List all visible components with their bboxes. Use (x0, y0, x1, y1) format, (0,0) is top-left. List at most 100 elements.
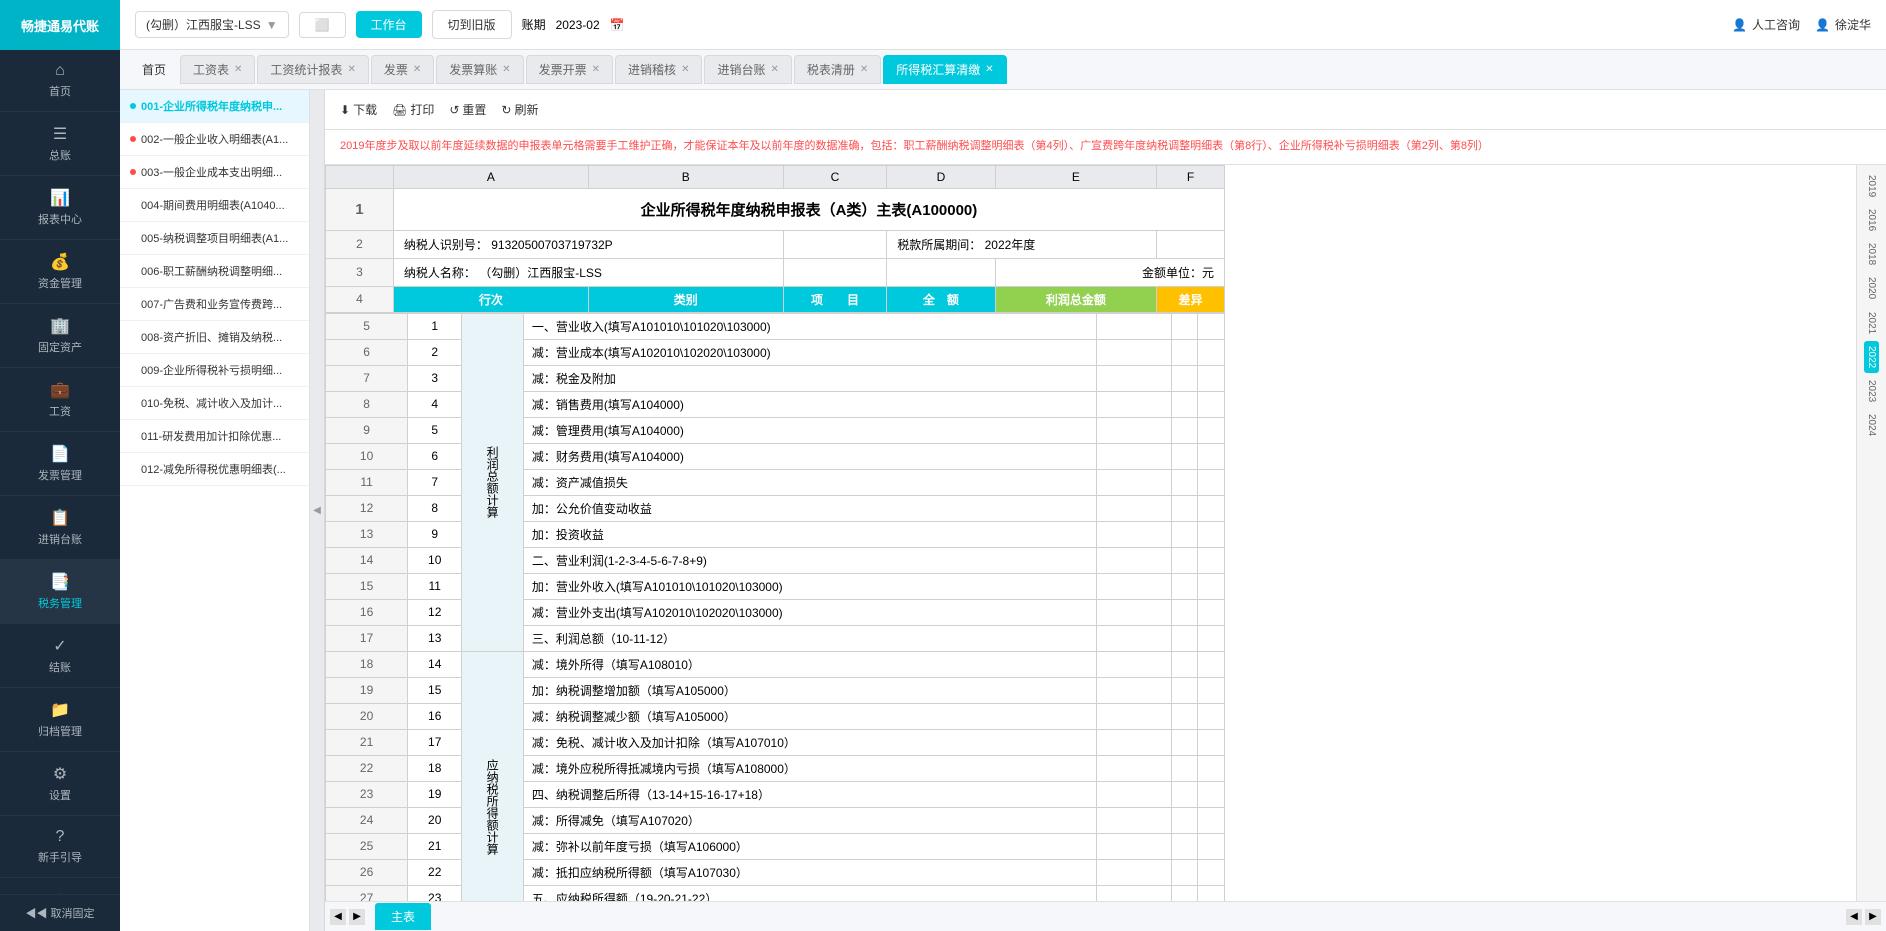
lirunquane-12[interactable] (1171, 599, 1198, 625)
tab-tax-clear[interactable]: 税表清册 ✕ (794, 55, 881, 84)
tab-purchase-audit-close[interactable]: ✕ (681, 64, 689, 75)
quane-13[interactable] (1096, 625, 1171, 651)
sidebar-footer-pin[interactable]: ◀◀ 取消固定 (0, 894, 120, 931)
xuhao-3[interactable]: 3 (408, 365, 462, 391)
chay-5[interactable] (1198, 417, 1225, 443)
xuhao-1[interactable]: 1 (408, 313, 462, 339)
quane-8[interactable] (1096, 495, 1171, 521)
quane-14[interactable] (1096, 651, 1171, 677)
sidebar-item-purchase[interactable]: 📋 进销台账 (0, 496, 120, 560)
quane-5[interactable] (1096, 417, 1171, 443)
download-btn[interactable]: ⬇ 下载 (340, 101, 377, 118)
sidebar-item-member[interactable]: ★ 畅会员 (0, 878, 120, 894)
year-2020[interactable]: 2020 (1864, 272, 1879, 304)
collapse-panel-btn[interactable]: ◀ (310, 90, 325, 931)
chay-16[interactable] (1198, 703, 1225, 729)
lirunquane-16[interactable] (1171, 703, 1198, 729)
chay-23[interactable] (1198, 885, 1225, 901)
nav-prev-btn[interactable]: ◀ (330, 909, 346, 925)
left-panel-item-012[interactable]: 012-减免所得税优惠明细表(... (120, 453, 309, 486)
tab-salary-stat[interactable]: 工资统计报表 ✕ (257, 55, 368, 84)
left-panel-item-004[interactable]: 004-期间费用明细表(A1040... (120, 189, 309, 222)
left-panel-item-009[interactable]: 009-企业所得税补亏损明细... (120, 354, 309, 387)
xiangmu-9[interactable]: 加：投资收益 (523, 521, 1096, 547)
quane-16[interactable] (1096, 703, 1171, 729)
quane-21[interactable] (1096, 833, 1171, 859)
lirunquane-8[interactable] (1171, 495, 1198, 521)
left-panel-item-006[interactable]: 006-职工薪酬纳税调整明细... (120, 255, 309, 288)
tab-purchase-audit[interactable]: 进销稽核 ✕ (615, 55, 702, 84)
year-2022[interactable]: 2022 (1864, 341, 1879, 373)
xiangmu-8[interactable]: 加：公允价值变动收益 (523, 495, 1096, 521)
left-panel-item-003[interactable]: 003-一般企业成本支出明细... (120, 156, 309, 189)
xiangmu-12[interactable]: 减：营业外支出(填写A102010\102020\103000) (523, 599, 1096, 625)
user-service[interactable]: 👤 人工咨询 (1732, 16, 1800, 33)
lirunquane-4[interactable] (1171, 391, 1198, 417)
quane-10[interactable] (1096, 547, 1171, 573)
lirunquane-17[interactable] (1171, 729, 1198, 755)
sidebar-item-tax[interactable]: 📑 税务管理 (0, 560, 120, 624)
sidebar-item-settings[interactable]: ⚙ 设置 (0, 752, 120, 816)
xuhao-11[interactable]: 11 (408, 573, 462, 599)
xiangmu-16[interactable]: 减：纳税调整减少额（填写A105000） (523, 703, 1096, 729)
xiangmu-5[interactable]: 减：管理费用(填写A104000) (523, 417, 1096, 443)
chay-17[interactable] (1198, 729, 1225, 755)
xuhao-4[interactable]: 4 (408, 391, 462, 417)
quane-1[interactable] (1096, 313, 1171, 339)
quane-23[interactable] (1096, 885, 1171, 901)
xuhao-7[interactable]: 7 (408, 469, 462, 495)
xiangmu-21[interactable]: 减：弥补以前年度亏损（填写A106000） (523, 833, 1096, 859)
quane-4[interactable] (1096, 391, 1171, 417)
xiangmu-22[interactable]: 减：抵扣应纳税所得额（填写A107030） (523, 859, 1096, 885)
xiangmu-10[interactable]: 二、营业利润(1-2-3-4-5-6-7-8+9) (523, 547, 1096, 573)
chay-9[interactable] (1198, 521, 1225, 547)
tab-purchase-ledger-close[interactable]: ✕ (770, 64, 778, 75)
xiangmu-2[interactable]: 减：营业成本(填写A102010\102020\103000) (523, 339, 1096, 365)
lirunquane-19[interactable] (1171, 781, 1198, 807)
quane-11[interactable] (1096, 573, 1171, 599)
xiangmu-13[interactable]: 三、利润总额（10-11-12） (523, 625, 1096, 651)
tab-salary-stat-close[interactable]: ✕ (347, 64, 355, 75)
sidebar-item-fixed[interactable]: 🏢 固定资产 (0, 304, 120, 368)
tab-purchase-ledger[interactable]: 进销台账 ✕ (704, 55, 791, 84)
year-2021[interactable]: 2021 (1864, 307, 1879, 339)
scroll-right-btn[interactable]: ▶ (1865, 909, 1881, 925)
sidebar-item-archive[interactable]: 📁 归档管理 (0, 688, 120, 752)
left-panel-item-001[interactable]: 001-企业所得税年度纳税申... (120, 90, 309, 123)
chay-13[interactable] (1198, 625, 1225, 651)
sidebar-item-salary[interactable]: 💼 工资 (0, 368, 120, 432)
lirunquane-22[interactable] (1171, 859, 1198, 885)
chay-2[interactable] (1198, 339, 1225, 365)
lirunquane-3[interactable] (1171, 365, 1198, 391)
year-2023[interactable]: 2023 (1864, 375, 1879, 407)
xuhao-6[interactable]: 6 (408, 443, 462, 469)
lirunquane-10[interactable] (1171, 547, 1198, 573)
chay-14[interactable] (1198, 651, 1225, 677)
year-2018[interactable]: 2018 (1864, 238, 1879, 270)
xiangmu-1[interactable]: 一、营业收入(填写A101010\101020\103000) (523, 313, 1096, 339)
chay-3[interactable] (1198, 365, 1225, 391)
tab-invoice-calc[interactable]: 发票算账 ✕ (436, 55, 523, 84)
quane-17[interactable] (1096, 729, 1171, 755)
chay-21[interactable] (1198, 833, 1225, 859)
quane-18[interactable] (1096, 755, 1171, 781)
tab-invoice-close[interactable]: ✕ (413, 64, 421, 75)
lirunquane-5[interactable] (1171, 417, 1198, 443)
tab-home[interactable]: 首页 (130, 56, 178, 83)
tab-tax-clear-close[interactable]: ✕ (860, 64, 868, 75)
lirunquane-7[interactable] (1171, 469, 1198, 495)
calendar-icon[interactable]: 📅 (610, 18, 625, 32)
xuhao-5[interactable]: 5 (408, 417, 462, 443)
xiangmu-19[interactable]: 四、纳税调整后所得（13-14+15-16-17+18） (523, 781, 1096, 807)
quane-15[interactable] (1096, 677, 1171, 703)
left-panel-item-011[interactable]: 011-研发费用加计扣除优惠... (120, 420, 309, 453)
xiangmu-14[interactable]: 减：境外所得（填写A108010） (523, 651, 1096, 677)
quane-6[interactable] (1096, 443, 1171, 469)
xiangmu-4[interactable]: 减：销售费用(填写A104000) (523, 391, 1096, 417)
lirunquane-21[interactable] (1171, 833, 1198, 859)
left-panel-item-007[interactable]: 007-广告费和业务宣传费跨... (120, 288, 309, 321)
xuhao-22[interactable]: 22 (408, 859, 462, 885)
chay-1[interactable] (1198, 313, 1225, 339)
lirunquane-1[interactable] (1171, 313, 1198, 339)
xuhao-16[interactable]: 16 (408, 703, 462, 729)
